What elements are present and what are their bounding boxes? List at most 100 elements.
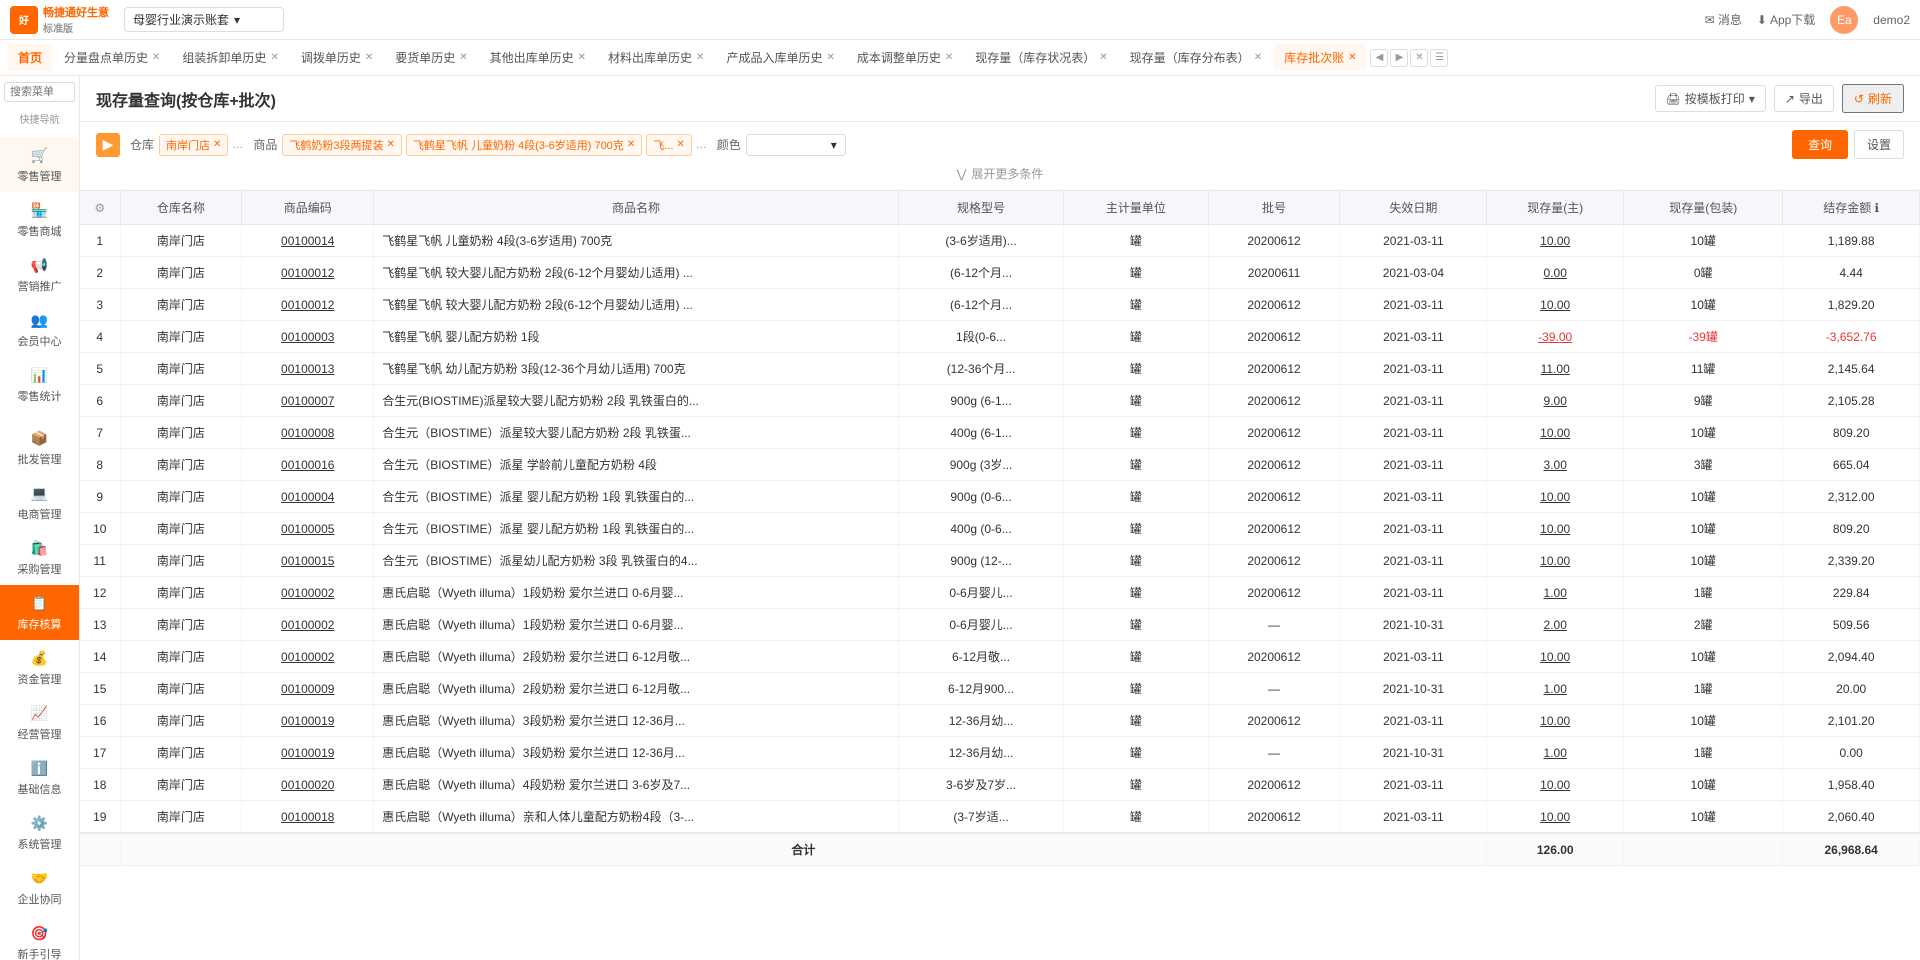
sidebar-item-member[interactable]: 👥 会员中心 — [0, 302, 79, 357]
sidebar-item-retail-stats[interactable]: 📊 零售统计 — [0, 357, 79, 412]
cell-code[interactable]: 00100005 — [242, 513, 374, 545]
refresh-button[interactable]: ↺ 刷新 — [1842, 84, 1904, 113]
tab-qitachuku[interactable]: 其他出库单历史 ✕ — [480, 44, 596, 71]
sidebar-item-wholesale[interactable]: 📦 批发管理 — [0, 420, 79, 475]
close-icon[interactable]: ✕ — [270, 52, 278, 63]
col-settings[interactable]: ⚙ — [80, 191, 120, 225]
close-icon[interactable]: ✕ — [387, 139, 395, 150]
cell-qty-main[interactable]: 10.00 — [1487, 481, 1624, 513]
cell-qty-main[interactable]: 10.00 — [1487, 225, 1624, 257]
tab-menu[interactable]: ☰ — [1430, 49, 1448, 67]
settings-button[interactable]: 设置 — [1854, 130, 1904, 159]
cell-code[interactable]: 00100004 — [242, 481, 374, 513]
sidebar-item-purchase[interactable]: 🛍️ 采购管理 — [0, 530, 79, 585]
cell-code[interactable]: 00100012 — [242, 257, 374, 289]
cell-qty-main[interactable]: 3.00 — [1487, 449, 1624, 481]
cell-qty-main[interactable]: 1.00 — [1487, 577, 1624, 609]
close-icon[interactable]: ✕ — [1348, 52, 1356, 63]
cell-code[interactable]: 00100013 — [242, 353, 374, 385]
cell-code[interactable]: 00100014 — [242, 225, 374, 257]
cell-qty-main[interactable]: 9.00 — [1487, 385, 1624, 417]
cell-code[interactable]: 00100002 — [242, 609, 374, 641]
cell-qty-main[interactable]: 1.00 — [1487, 673, 1624, 705]
tab-xiancunzhuangkuang[interactable]: 现存量（库存状况表） ✕ — [965, 44, 1117, 71]
more-goods-icon[interactable]: … — [696, 139, 707, 151]
cell-qty-main[interactable]: 10.00 — [1487, 641, 1624, 673]
sidebar-item-finance[interactable]: 💰 资金管理 — [0, 640, 79, 695]
sidebar-item-operation[interactable]: 📈 经营管理 — [0, 695, 79, 750]
cell-code[interactable]: 00100009 — [242, 673, 374, 705]
more-icon[interactable]: … — [232, 139, 243, 151]
sidebar-item-ecommerce[interactable]: 💻 电商管理 — [0, 475, 79, 530]
tab-cailiaochuku[interactable]: 材料出库单历史 ✕ — [598, 44, 714, 71]
close-icon[interactable]: ✕ — [365, 52, 373, 63]
cell-qty-main[interactable]: 10.00 — [1487, 417, 1624, 449]
expand-filter-btn[interactable]: ▶ — [96, 133, 120, 157]
tab-home[interactable]: 首页 — [8, 44, 52, 71]
cell-code[interactable]: 00100019 — [242, 705, 374, 737]
close-icon[interactable]: ✕ — [213, 139, 221, 150]
close-icon[interactable]: ✕ — [696, 52, 704, 63]
close-icon[interactable]: ✕ — [1254, 52, 1262, 63]
close-icon[interactable]: ✕ — [826, 52, 834, 63]
tab-kucunpici[interactable]: 库存批次账 ✕ — [1274, 44, 1366, 71]
cell-code[interactable]: 00100016 — [242, 449, 374, 481]
tab-fenliangpandian[interactable]: 分量盘点单历史 ✕ — [54, 44, 170, 71]
query-button[interactable]: 查询 — [1792, 130, 1848, 159]
expand-more-bar[interactable]: ⋁ 展开更多条件 — [96, 165, 1904, 182]
cell-code[interactable]: 00100002 — [242, 577, 374, 609]
sidebar-item-collab[interactable]: 🤝 企业协同 — [0, 860, 79, 915]
tab-diaobodanhist[interactable]: 调拨单历史 ✕ — [291, 44, 383, 71]
cell-qty-main[interactable]: 2.00 — [1487, 609, 1624, 641]
cell-code[interactable]: 00100002 — [242, 641, 374, 673]
tab-xiancunfenbu[interactable]: 现存量（库存分布表） ✕ — [1120, 44, 1272, 71]
close-icon[interactable]: ✕ — [945, 52, 953, 63]
cell-code[interactable]: 00100018 — [242, 801, 374, 834]
goods-tag-2[interactable]: 飞鹤星飞帆 儿童奶粉 4段(3-6岁适用) 700克 ✕ — [406, 134, 642, 156]
sidebar-item-inventory[interactable]: 📋 库存核算 — [0, 585, 79, 640]
close-icon[interactable]: ✕ — [627, 139, 635, 150]
message-btn[interactable]: ✉ 消息 — [1705, 11, 1742, 28]
close-icon[interactable]: ✕ — [152, 52, 160, 63]
account-dropdown[interactable]: 母婴行业演示账套 ▾ — [124, 7, 284, 32]
cell-code[interactable]: 00100020 — [242, 769, 374, 801]
sidebar-item-guide[interactable]: 🎯 新手引导 — [0, 915, 79, 960]
cell-qty-main[interactable]: 10.00 — [1487, 513, 1624, 545]
tab-zuzhuangchaijie[interactable]: 组装拆卸单历史 ✕ — [172, 44, 288, 71]
tab-yaohuo[interactable]: 要货单历史 ✕ — [385, 44, 477, 71]
cell-qty-main[interactable]: -39.00 — [1487, 321, 1624, 353]
tab-chenben[interactable]: 成本调整单历史 ✕ — [847, 44, 963, 71]
sidebar-item-marketing[interactable]: 📢 营销推广 — [0, 247, 79, 302]
cell-qty-main[interactable]: 10.00 — [1487, 801, 1624, 834]
cell-qty-main[interactable]: 10.00 — [1487, 545, 1624, 577]
close-icon[interactable]: ✕ — [1099, 52, 1107, 63]
cell-qty-main[interactable]: 1.00 — [1487, 737, 1624, 769]
cell-qty-main[interactable]: 10.00 — [1487, 769, 1624, 801]
cell-qty-main[interactable]: 10.00 — [1487, 705, 1624, 737]
cell-code[interactable]: 00100007 — [242, 385, 374, 417]
cell-code[interactable]: 00100015 — [242, 545, 374, 577]
goods-tag-1[interactable]: 飞鹤奶粉3段两提装 ✕ — [282, 134, 402, 156]
print-button[interactable]: 🖨 按模板打印 ▾ — [1655, 85, 1766, 112]
tab-right-arrow[interactable]: ▶ — [1390, 49, 1408, 67]
sidebar-item-basic-info[interactable]: ℹ️ 基础信息 — [0, 750, 79, 805]
search-input[interactable] — [4, 82, 75, 102]
cell-qty-main[interactable]: 0.00 — [1487, 257, 1624, 289]
close-icon[interactable]: ✕ — [676, 139, 684, 150]
export-button[interactable]: ↗ 导出 — [1774, 85, 1834, 112]
cell-code[interactable]: 00100012 — [242, 289, 374, 321]
cell-qty-main[interactable]: 10.00 — [1487, 289, 1624, 321]
warehouse-tag-naan[interactable]: 南岸门店 ✕ — [159, 134, 228, 156]
tab-left-arrow[interactable]: ◀ — [1370, 49, 1388, 67]
app-download-btn[interactable]: ⬇ App下载 — [1757, 11, 1815, 28]
sidebar-item-retail-shop[interactable]: 🏪 零售商城 — [0, 192, 79, 247]
cell-code[interactable]: 00100003 — [242, 321, 374, 353]
cell-code[interactable]: 00100019 — [242, 737, 374, 769]
settings-icon[interactable]: ⚙ — [94, 201, 105, 215]
goods-tag-3[interactable]: 飞... ✕ — [646, 134, 692, 156]
cell-qty-main[interactable]: 11.00 — [1487, 353, 1624, 385]
cell-code[interactable]: 00100008 — [242, 417, 374, 449]
sidebar-item-retail-mgmt[interactable]: 🛒 零售管理 — [0, 137, 79, 192]
sidebar-item-system[interactable]: ⚙️ 系统管理 — [0, 805, 79, 860]
close-icon[interactable]: ✕ — [459, 52, 467, 63]
